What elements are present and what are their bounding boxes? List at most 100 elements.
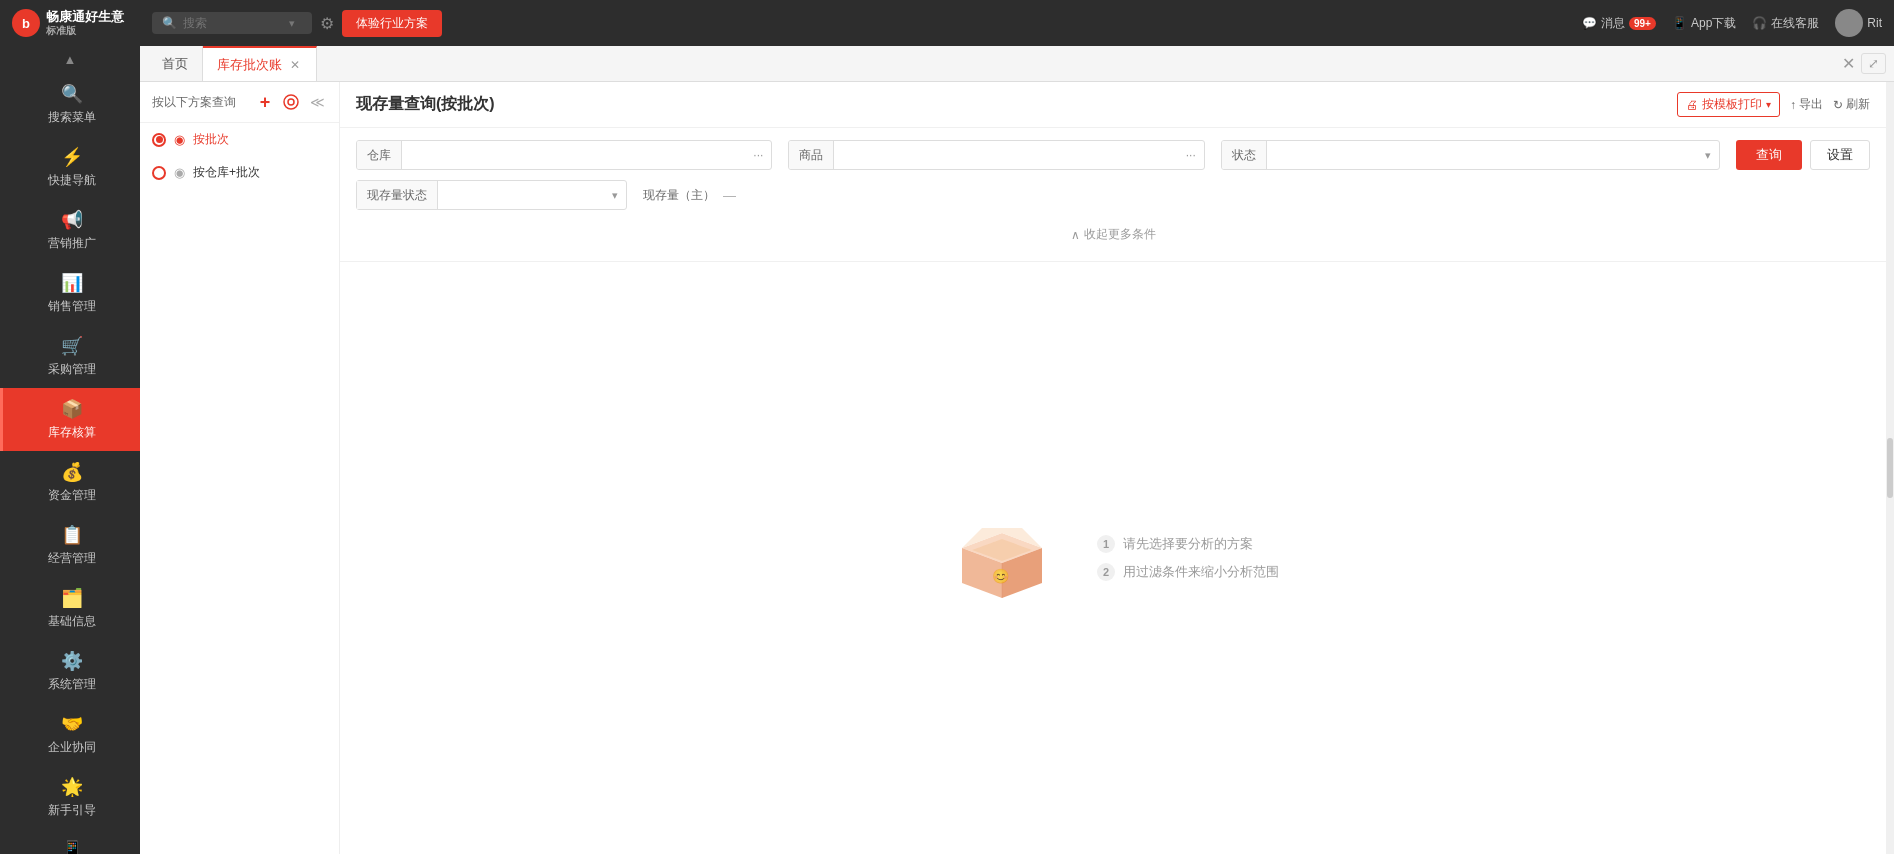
filter-panel-title: 按以下方案查询 xyxy=(152,94,236,111)
settings-icon[interactable]: ⚙ xyxy=(320,14,334,33)
refresh-icon: ↻ xyxy=(1833,98,1843,112)
inventory-qty-dash: — xyxy=(723,188,736,203)
sidebar-item-business[interactable]: 📋 经营管理 xyxy=(0,514,140,577)
page-title: 现存量查询(按批次) xyxy=(356,94,495,115)
warehouse-more-btn[interactable]: ··· xyxy=(745,148,771,162)
filter-panel: 按以下方案查询 + ≪ ◉ xyxy=(140,82,340,854)
purchase-icon: 🛒 xyxy=(61,335,83,357)
sidebar-item-label: 新手引导 xyxy=(48,802,96,819)
filter-row-1: 仓库 ··· 商品 ··· 状态 xyxy=(356,140,1870,170)
app-download-btn[interactable]: 📱 App下载 xyxy=(1672,15,1736,32)
query-button[interactable]: 查询 xyxy=(1736,140,1802,170)
sidebar-item-label: 资金管理 xyxy=(48,487,96,504)
sidebar-item-label: 搜索菜单 xyxy=(48,109,96,126)
sidebar-item-inventory[interactable]: 📦 库存核算 xyxy=(0,388,140,451)
right-scrollbar-handle xyxy=(1887,438,1893,498)
sidebar-item-sales[interactable]: 📊 销售管理 xyxy=(0,262,140,325)
radio-by-warehouse-batch xyxy=(152,166,166,180)
radio-by-batch xyxy=(152,133,166,147)
search-bar[interactable]: 🔍 ▾ xyxy=(152,12,312,34)
online-service-btn[interactable]: 🎧 在线客服 xyxy=(1752,15,1819,32)
print-dropdown-icon[interactable]: ▾ xyxy=(1766,99,1771,110)
goods-field[interactable]: 商品 ··· xyxy=(788,140,1204,170)
tab-bar: 首页 库存批次账 ✕ ✕ ⤢ xyxy=(140,46,1894,82)
apps-icon: 📱 xyxy=(61,839,83,854)
sidebar-item-finance[interactable]: 💰 资金管理 xyxy=(0,451,140,514)
search-input[interactable] xyxy=(183,16,283,30)
filter-item-by-warehouse-batch[interactable]: ◉ 按仓库+批次 xyxy=(140,156,339,189)
export-btn[interactable]: ↑ 导出 xyxy=(1790,96,1823,113)
sidebar-item-basic[interactable]: 🗂️ 基础信息 xyxy=(0,577,140,640)
experience-btn[interactable]: 体验行业方案 xyxy=(342,10,442,37)
warehouse-field[interactable]: 仓库 ··· xyxy=(356,140,772,170)
filter-item-by-batch-label: 按批次 xyxy=(193,131,229,148)
sidebar-scroll-up[interactable]: ▲ xyxy=(0,46,140,73)
print-btn[interactable]: 🖨 按模板打印 ▾ xyxy=(1677,92,1780,117)
hint-text-1: 请先选择要分析的方案 xyxy=(1123,535,1253,553)
expand-btn[interactable]: ⤢ xyxy=(1861,53,1886,74)
headset-icon: 🎧 xyxy=(1752,16,1767,30)
inventory-status-dropdown-icon[interactable]: ▾ xyxy=(604,189,626,202)
sidebar-item-apps[interactable]: 📱 应用中心 xyxy=(0,829,140,854)
refresh-btn-label: 刷新 xyxy=(1846,96,1870,113)
message-icon: 💬 xyxy=(1582,16,1597,30)
warehouse-input[interactable] xyxy=(402,141,745,169)
sidebar-item-search[interactable]: 🔍 搜索菜单 xyxy=(0,73,140,136)
messages-btn[interactable]: 💬 消息 99+ xyxy=(1582,15,1656,32)
basic-icon: 🗂️ xyxy=(61,587,83,609)
filter-form: 仓库 ··· 商品 ··· 状态 xyxy=(340,128,1886,262)
inventory-status-label: 现存量状态 xyxy=(357,181,438,209)
tab-home-label: 首页 xyxy=(162,55,188,73)
status-label: 状态 xyxy=(1222,141,1267,169)
logo-icon: b xyxy=(12,9,40,37)
inventory-qty-label: 现存量（主） xyxy=(643,187,715,204)
sidebar-item-newbie[interactable]: 🌟 新手引导 xyxy=(0,766,140,829)
empty-box-svg: 😊 xyxy=(947,503,1057,613)
system-icon: ⚙️ xyxy=(61,650,83,672)
tab-close-icon[interactable]: ✕ xyxy=(288,58,302,72)
goods-input[interactable] xyxy=(834,141,1177,169)
right-scrollbar[interactable] xyxy=(1886,82,1894,854)
sidebar-item-marketing[interactable]: 📢 营销推广 xyxy=(0,199,140,262)
status-dropdown-icon[interactable]: ▾ xyxy=(1697,149,1719,162)
hint-num-2: 2 xyxy=(1097,563,1115,581)
hint-item-2: 2 用过滤条件来缩小分析范围 xyxy=(1097,563,1279,581)
filter-item-by-batch[interactable]: ◉ 按批次 xyxy=(140,123,339,156)
empty-illustration: 😊 xyxy=(947,503,1057,613)
user-info[interactable]: Rit xyxy=(1835,9,1882,37)
search-icon: 🔍 xyxy=(162,16,177,30)
search-icon: 🔍 xyxy=(61,83,83,105)
inventory-status-field[interactable]: 现存量状态 ▾ xyxy=(356,180,627,210)
collapse-bar[interactable]: ∧ 收起更多条件 xyxy=(356,220,1870,249)
add-scheme-btn[interactable]: + xyxy=(255,92,275,112)
tab-home[interactable]: 首页 xyxy=(148,46,203,81)
collapse-panel-btn[interactable]: ≪ xyxy=(307,92,327,112)
printer-icon: 🖨 xyxy=(1686,98,1698,112)
username: Rit xyxy=(1867,16,1882,30)
print-btn-label: 按模板打印 xyxy=(1702,96,1762,113)
top-bar-right: 💬 消息 99+ 📱 App下载 🎧 在线客服 Rit xyxy=(1582,9,1882,37)
sidebar-item-system[interactable]: ⚙️ 系统管理 xyxy=(0,640,140,703)
warehouse-label: 仓库 xyxy=(357,141,402,169)
settings-scheme-btn[interactable] xyxy=(281,92,301,112)
filter-row-2: 现存量状态 ▾ 现存量（主） — xyxy=(356,180,1870,210)
goods-more-btn[interactable]: ··· xyxy=(1178,148,1204,162)
sidebar-item-quicknav[interactable]: ⚡ 快捷导航 xyxy=(0,136,140,199)
tab-inventory-batch[interactable]: 库存批次账 ✕ xyxy=(203,46,317,81)
company-name: 畅康通好生意 xyxy=(46,9,124,25)
settings-button[interactable]: 设置 xyxy=(1810,140,1870,170)
status-input[interactable] xyxy=(1267,141,1697,169)
empty-hints: 1 请先选择要分析的方案 2 用过滤条件来缩小分析范围 xyxy=(1097,535,1279,581)
filter-actions: 查询 设置 xyxy=(1736,140,1870,170)
refresh-btn[interactable]: ↻ 刷新 xyxy=(1833,96,1870,113)
collapse-icon: ∧ xyxy=(1071,228,1080,242)
status-field[interactable]: 状态 ▾ xyxy=(1221,140,1720,170)
sidebar-item-enterprise[interactable]: 🤝 企业协同 xyxy=(0,703,140,766)
page-header-actions: 🖨 按模板打印 ▾ ↑ 导出 ↻ 刷新 xyxy=(1677,92,1870,117)
close-page-btn[interactable]: ✕ xyxy=(1842,54,1855,73)
sidebar-item-purchase[interactable]: 🛒 采购管理 xyxy=(0,325,140,388)
chevron-down-icon: ▾ xyxy=(289,17,295,30)
inventory-status-input[interactable] xyxy=(438,181,604,209)
inventory-qty-range: 现存量（主） — xyxy=(643,187,736,204)
svg-point-0 xyxy=(284,95,298,109)
